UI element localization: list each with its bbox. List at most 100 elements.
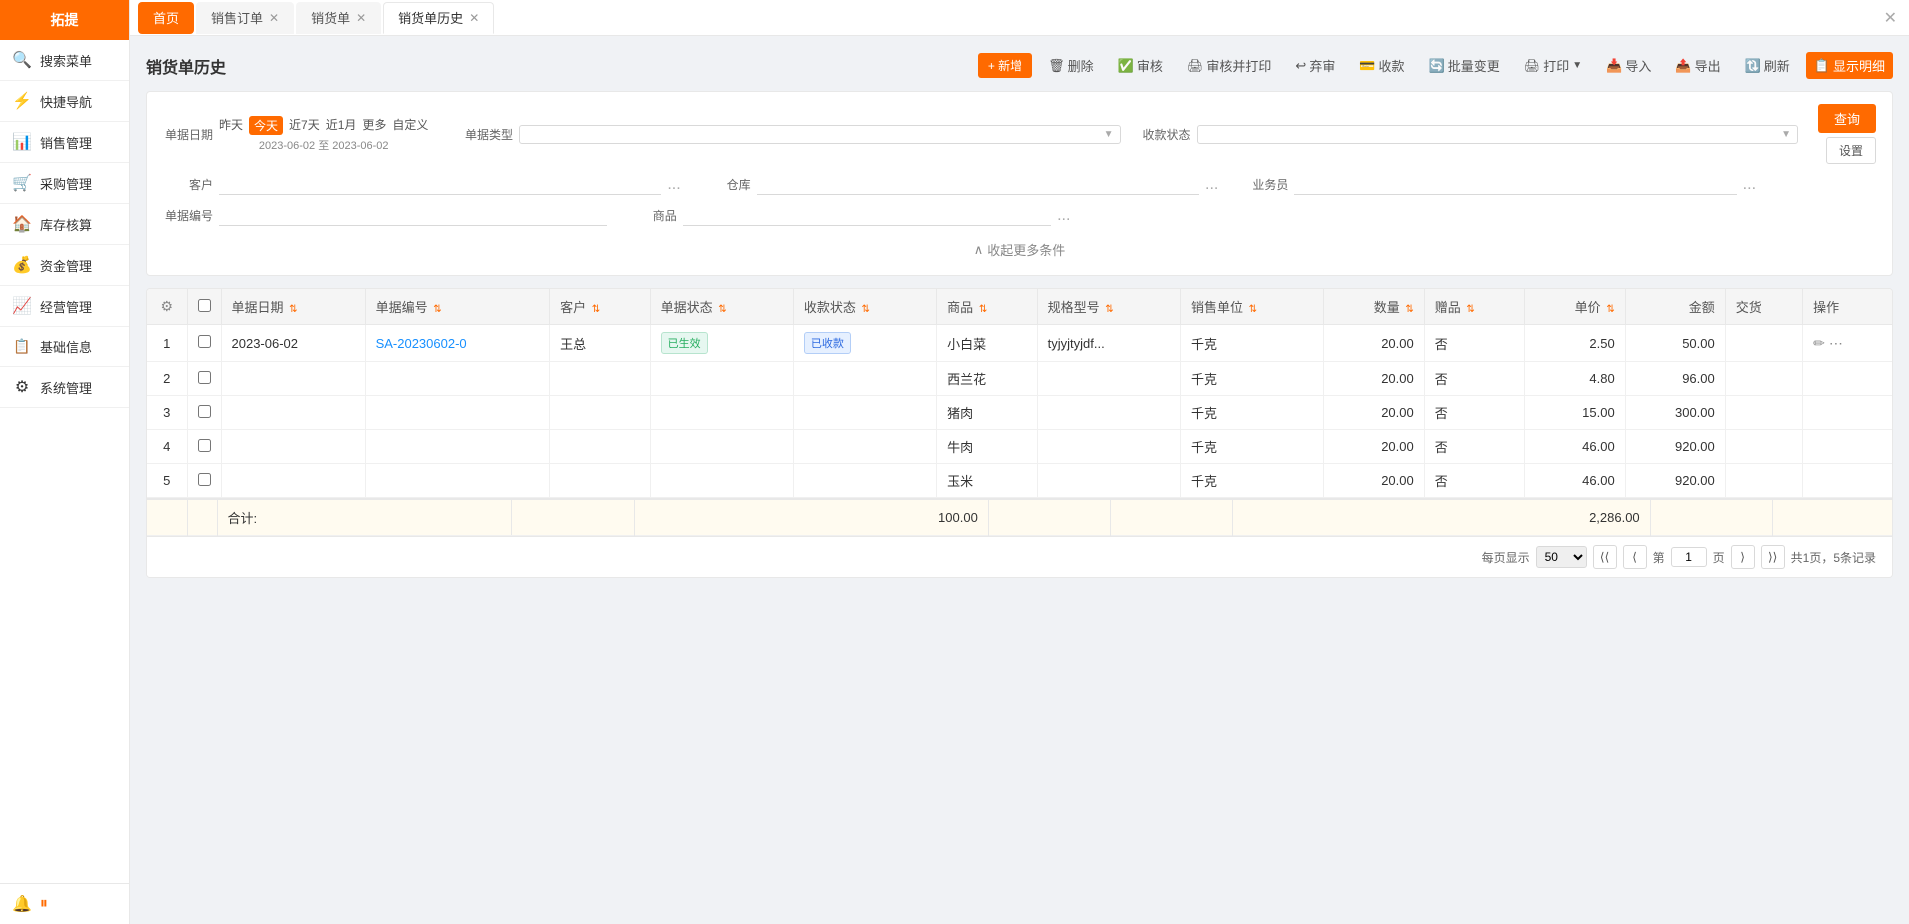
notification-icon[interactable]: 🔔 xyxy=(12,894,32,914)
tab-sales-order[interactable]: 销售订单 ✕ xyxy=(196,2,294,34)
edit-action-icon[interactable]: ✏ xyxy=(1813,335,1825,351)
th-unit-price-label: 单价 xyxy=(1575,300,1601,315)
doc-no-input[interactable] xyxy=(219,205,607,226)
page-size-select[interactable]: 50 100 200 xyxy=(1536,546,1587,568)
batch-change-button[interactable]: 🔄 批量变更 xyxy=(1421,52,1508,79)
td-gift: 否 xyxy=(1424,430,1524,464)
tab-sales-history[interactable]: 销货单历史 ✕ xyxy=(383,2,494,34)
goods-dots[interactable]: ... xyxy=(1057,208,1070,224)
goods-input[interactable] xyxy=(683,205,1051,226)
th-transaction[interactable]: 交货 xyxy=(1725,289,1802,325)
td-checkbox[interactable] xyxy=(187,464,221,498)
salesperson-input[interactable] xyxy=(1294,174,1736,195)
approve-button[interactable]: ✅ 审核 xyxy=(1110,52,1171,79)
sidebar-item-quick-nav[interactable]: ⚡ 快捷导航 xyxy=(0,81,129,122)
salesperson-dots[interactable]: ... xyxy=(1743,177,1756,193)
td-num: 1 xyxy=(147,325,187,362)
page-next-button[interactable]: ⟩ xyxy=(1731,545,1755,569)
page-input[interactable] xyxy=(1671,547,1707,567)
payment-status-dropdown[interactable]: ▼ xyxy=(1197,125,1799,144)
customer-dots[interactable]: ... xyxy=(667,177,680,193)
th-payment-status[interactable]: 收款状态 ⇅ xyxy=(793,289,936,325)
sidebar-item-sales-mgmt[interactable]: 📊 销售管理 xyxy=(0,122,129,163)
td-checkbox[interactable] xyxy=(187,325,221,362)
customer-input[interactable] xyxy=(219,174,661,195)
delete-button[interactable]: 🗑 删除 xyxy=(1040,52,1102,79)
td-unit-price: 15.00 xyxy=(1525,396,1625,430)
sidebar-item-inventory[interactable]: 🏠 库存核算 xyxy=(0,204,129,245)
sidebar-item-basic-info[interactable]: 📋 基础信息 xyxy=(0,327,129,367)
th-customer[interactable]: 客户 ⇅ xyxy=(550,289,650,325)
export-button[interactable]: 📤 导出 xyxy=(1667,52,1728,79)
date-shortcut-more[interactable]: 更多 xyxy=(362,116,386,135)
th-unit-price[interactable]: 单价 ⇅ xyxy=(1525,289,1625,325)
approve-print-button[interactable]: 🖨 审核并打印 xyxy=(1179,52,1280,79)
row-checkbox[interactable] xyxy=(198,335,211,348)
date-shortcut-today[interactable]: 今天 xyxy=(249,116,283,135)
collapse-button[interactable]: ∧ 收起更多条件 xyxy=(163,236,1876,263)
new-button[interactable]: + 新增 xyxy=(978,53,1032,78)
sidebar-item-finance-mgmt[interactable]: 💰 资金管理 xyxy=(0,245,129,286)
query-button[interactable]: 查询 xyxy=(1818,104,1876,133)
import-button[interactable]: 📥 导入 xyxy=(1598,52,1659,79)
td-checkbox[interactable] xyxy=(187,430,221,464)
row-checkbox[interactable] xyxy=(198,371,211,384)
th-spec-type[interactable]: 规格型号 ⇅ xyxy=(1037,289,1180,325)
tab-sales-order-close[interactable]: ✕ xyxy=(269,11,279,25)
td-checkbox[interactable] xyxy=(187,362,221,396)
page-first-button[interactable]: ⟨⟨ xyxy=(1593,545,1617,569)
tab-sales-goods-close[interactable]: ✕ xyxy=(356,11,366,25)
select-all-checkbox[interactable] xyxy=(198,299,211,312)
window-close-icon[interactable]: ✕ xyxy=(1880,8,1901,28)
th-checkbox[interactable] xyxy=(187,289,221,325)
collect-button[interactable]: 💳 收款 xyxy=(1351,52,1412,79)
refresh-button[interactable]: 🔃 刷新 xyxy=(1737,52,1798,79)
doc-type-dropdown[interactable]: ▼ xyxy=(519,125,1121,144)
date-shortcut-custom[interactable]: 自定义 xyxy=(392,116,428,135)
th-doc-no[interactable]: 单据编号 ⇅ xyxy=(365,289,550,325)
th-sale-unit[interactable]: 销售单位 ⇅ xyxy=(1180,289,1323,325)
th-gift[interactable]: 赠品 ⇅ xyxy=(1424,289,1524,325)
th-doc-status[interactable]: 单据状态 ⇅ xyxy=(650,289,793,325)
th-gear[interactable]: ⚙ xyxy=(147,289,187,325)
th-goods[interactable]: 商品 ⇅ xyxy=(937,289,1037,325)
more-action-icon[interactable]: ⋯ xyxy=(1829,335,1843,351)
doc-no-link[interactable]: SA-20230602-0 xyxy=(376,336,467,351)
td-doc-no: SA-20230602-0 xyxy=(365,325,550,362)
warehouse-input[interactable] xyxy=(757,174,1199,195)
query-settings: 查询 设置 xyxy=(1818,104,1876,164)
table-gear-icon[interactable]: ⚙ xyxy=(160,298,173,314)
tab-sales-history-close[interactable]: ✕ xyxy=(469,11,479,25)
page-prev-button[interactable]: ⟨ xyxy=(1623,545,1647,569)
tab-sales-goods-label: 销货单 xyxy=(311,8,350,27)
warehouse-dots[interactable]: ... xyxy=(1205,177,1218,193)
abandon-button[interactable]: ↩ 弃审 xyxy=(1287,52,1343,79)
td-payment-status xyxy=(793,464,936,498)
td-transaction xyxy=(1725,396,1802,430)
pause-icon[interactable]: ⏸ xyxy=(40,895,48,913)
td-quantity: 20.00 xyxy=(1324,325,1424,362)
date-shortcut-1month[interactable]: 近1月 xyxy=(326,116,357,135)
ops-icon: 📈 xyxy=(12,296,32,316)
settings-button[interactable]: 设置 xyxy=(1826,137,1876,164)
sort-icon-doc-status: ⇅ xyxy=(718,304,726,315)
tab-sales-goods[interactable]: 销货单 ✕ xyxy=(296,2,381,34)
sidebar-item-ops-mgmt[interactable]: 📈 经营管理 xyxy=(0,286,129,327)
th-quantity[interactable]: 数量 ⇅ xyxy=(1324,289,1424,325)
display-detail-button[interactable]: 📋 显示明细 xyxy=(1806,52,1893,79)
page-last-button[interactable]: ⟩⟩ xyxy=(1761,545,1785,569)
row-checkbox[interactable] xyxy=(198,473,211,486)
print-button[interactable]: 🖨 打印 ▼ xyxy=(1516,52,1590,79)
sidebar-item-sys-mgmt[interactable]: ⚙ 系统管理 xyxy=(0,367,129,408)
th-doc-date[interactable]: 单据日期 ⇅ xyxy=(221,289,365,325)
tab-home[interactable]: 首页 xyxy=(138,2,194,34)
th-amount[interactable]: 金额 xyxy=(1625,289,1725,325)
filter-doc-type: 单据类型 ▼ xyxy=(463,125,1121,144)
row-checkbox[interactable] xyxy=(198,439,211,452)
date-shortcut-7days[interactable]: 近7天 xyxy=(289,116,320,135)
row-checkbox[interactable] xyxy=(198,405,211,418)
sidebar-item-search-menu[interactable]: 🔍 搜索菜单 xyxy=(0,40,129,81)
date-shortcut-yesterday[interactable]: 昨天 xyxy=(219,116,243,135)
td-checkbox[interactable] xyxy=(187,396,221,430)
sidebar-item-purchase-mgmt[interactable]: 🛒 采购管理 xyxy=(0,163,129,204)
